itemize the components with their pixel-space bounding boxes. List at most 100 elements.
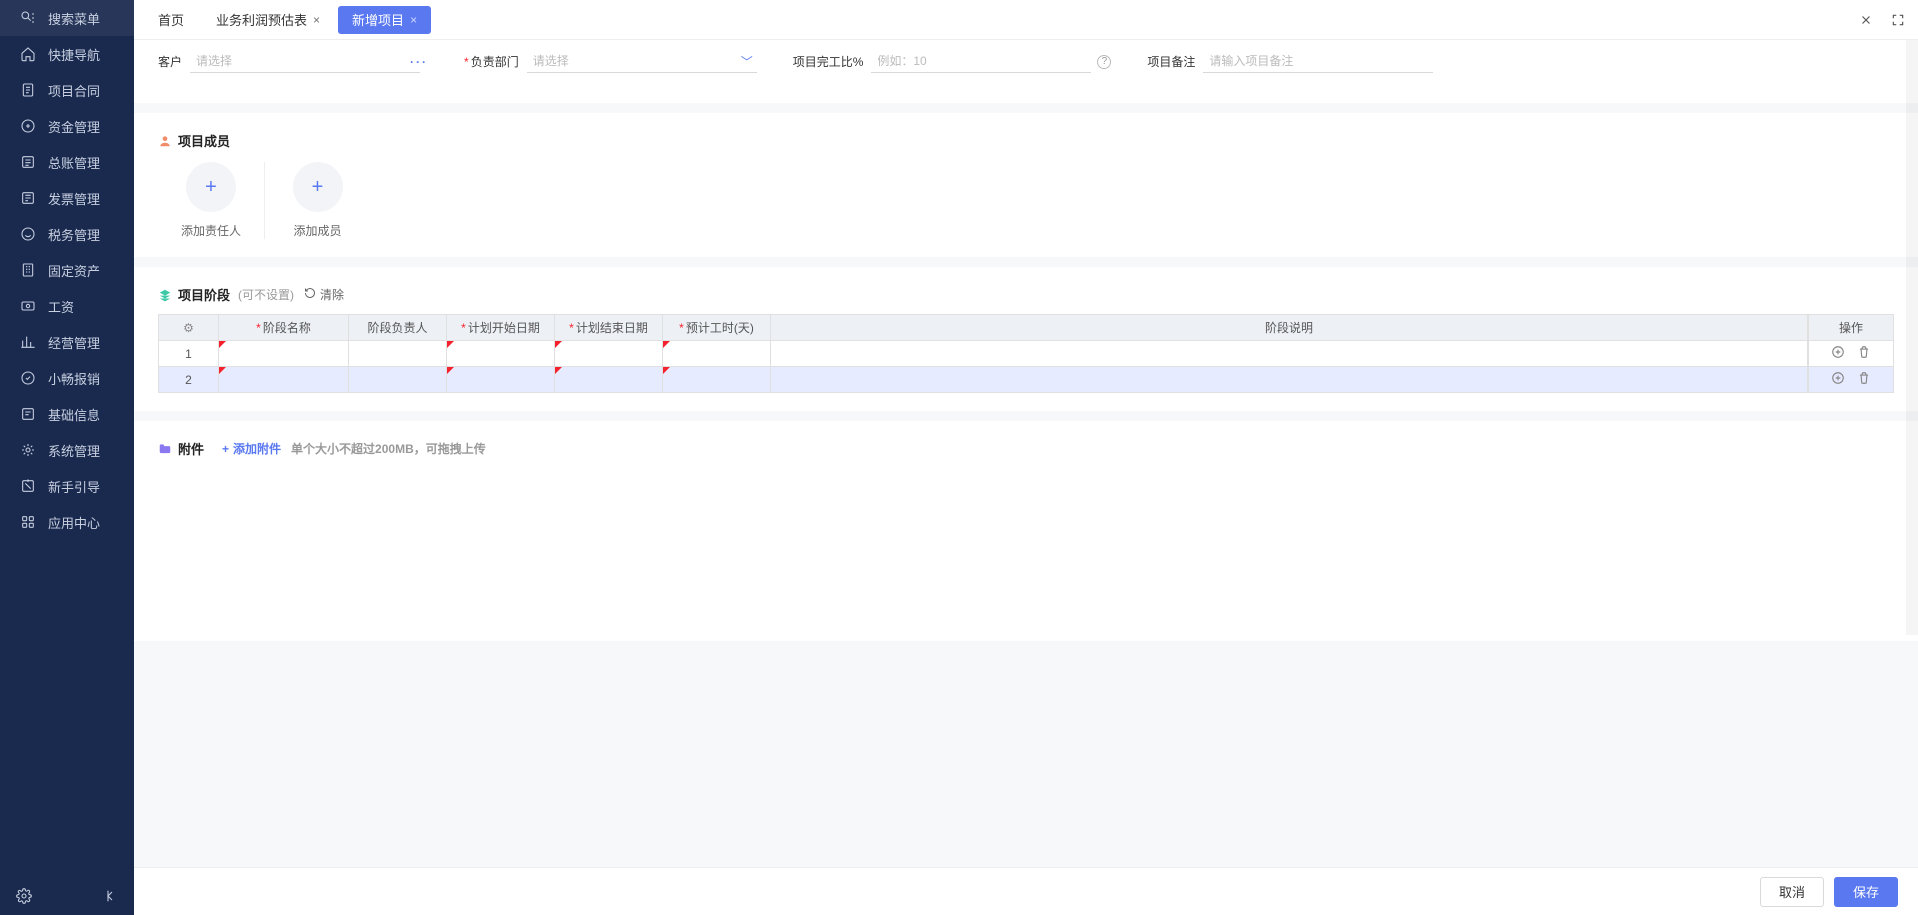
sidebar-item-14[interactable]: 应用中心 bbox=[0, 504, 134, 540]
fullscreen-icon[interactable] bbox=[1888, 10, 1908, 30]
add-member-button[interactable]: + bbox=[293, 162, 343, 212]
sidebar-item-label: 新手引导 bbox=[48, 477, 100, 496]
person-icon bbox=[158, 134, 172, 148]
sidebar-item-1[interactable]: 快捷导航 bbox=[0, 36, 134, 72]
sidebar-item-0[interactable]: 搜索菜单 bbox=[0, 0, 134, 36]
cell-end[interactable] bbox=[555, 341, 663, 367]
sidebar: 搜索菜单快捷导航项目合同资金管理总账管理发票管理税务管理固定资产工资经营管理小畅… bbox=[0, 0, 134, 915]
sidebar-item-12[interactable]: 系统管理 bbox=[0, 432, 134, 468]
tabs-bar: 首页业务利润预估表× 新增项目 × bbox=[134, 0, 1918, 40]
sidebar-item-3[interactable]: 资金管理 bbox=[0, 108, 134, 144]
layers-icon bbox=[158, 288, 172, 302]
apps-icon bbox=[20, 514, 36, 530]
sidebar-item-5[interactable]: 发票管理 bbox=[0, 180, 134, 216]
sidebar-item-10[interactable]: 小畅报销 bbox=[0, 360, 134, 396]
tab-label: 首页 bbox=[158, 10, 184, 29]
sidebar-item-label: 系统管理 bbox=[48, 441, 100, 460]
undo-icon bbox=[304, 287, 316, 302]
delete-row-icon[interactable] bbox=[1857, 371, 1871, 388]
remark-field: 项目备注 bbox=[1147, 50, 1433, 73]
remark-input[interactable] bbox=[1203, 50, 1433, 73]
phases-clear-button[interactable]: 清除 bbox=[304, 286, 344, 303]
close-icon[interactable]: × bbox=[410, 13, 417, 27]
col-name: 阶段名称 bbox=[256, 321, 311, 335]
system-icon bbox=[20, 442, 36, 458]
folder-icon bbox=[158, 442, 172, 456]
add-attachment-button[interactable]: 添加附件 bbox=[222, 440, 281, 457]
cell-days[interactable] bbox=[663, 367, 771, 393]
delete-row-icon[interactable] bbox=[1857, 345, 1871, 362]
tab-2[interactable]: 新增项目 × bbox=[338, 6, 431, 34]
cell-days[interactable] bbox=[663, 341, 771, 367]
cancel-button[interactable]: 取消 bbox=[1760, 877, 1824, 907]
sidebar-item-11[interactable]: 基础信息 bbox=[0, 396, 134, 432]
reimburse-icon bbox=[20, 370, 36, 386]
add-member: + 添加成员 bbox=[264, 162, 370, 239]
tab-label: 新增项目 bbox=[352, 10, 404, 29]
phases-panel: 项目阶段 (可不设置) 清除 bbox=[134, 267, 1918, 411]
help-icon[interactable]: ? bbox=[1097, 55, 1111, 69]
settings-icon[interactable] bbox=[16, 888, 32, 907]
customer-input[interactable] bbox=[190, 50, 420, 73]
members-title: 项目成员 bbox=[178, 131, 230, 150]
add-owner-button[interactable]: + bbox=[186, 162, 236, 212]
cell-owner[interactable] bbox=[349, 367, 447, 393]
cell-end[interactable] bbox=[555, 367, 663, 393]
close-icon[interactable]: × bbox=[313, 13, 320, 27]
members-panel: 项目成员 + 添加责任人 + 添加成员 bbox=[134, 113, 1918, 257]
cell-owner[interactable] bbox=[349, 341, 447, 367]
sidebar-item-label: 快捷导航 bbox=[48, 45, 100, 64]
col-end: 计划结束日期 bbox=[569, 321, 648, 335]
table-row[interactable]: 1 bbox=[159, 341, 1808, 367]
scrollbar[interactable] bbox=[1906, 40, 1918, 635]
sidebar-item-label: 应用中心 bbox=[48, 513, 100, 532]
home-icon bbox=[20, 46, 36, 62]
cell-desc[interactable] bbox=[771, 367, 1808, 393]
sidebar-item-8[interactable]: 工资 bbox=[0, 288, 134, 324]
cell-start[interactable] bbox=[447, 341, 555, 367]
collapse-icon[interactable] bbox=[102, 888, 118, 907]
sidebar-item-6[interactable]: 税务管理 bbox=[0, 216, 134, 252]
content: 客户 ··· 负责部门 ﹀ 项目完工比% bbox=[134, 40, 1918, 915]
add-row-icon[interactable] bbox=[1831, 371, 1845, 388]
main: 首页业务利润预估表× 新增项目 × 客户 bbox=[134, 0, 1918, 915]
sidebar-item-label: 搜索菜单 bbox=[48, 9, 100, 28]
sidebar-item-9[interactable]: 经营管理 bbox=[0, 324, 134, 360]
cell-name[interactable] bbox=[219, 367, 349, 393]
progress-input[interactable] bbox=[871, 50, 1091, 73]
sidebar-item-13[interactable]: 新手引导 bbox=[0, 468, 134, 504]
phases-sub: (可不设置) bbox=[238, 286, 294, 303]
guide-icon bbox=[20, 478, 36, 494]
sidebar-item-label: 固定资产 bbox=[48, 261, 100, 280]
sidebar-item-2[interactable]: 项目合同 bbox=[0, 72, 134, 108]
cell-name[interactable] bbox=[219, 341, 349, 367]
add-owner-label: 添加责任人 bbox=[181, 222, 241, 239]
col-start: 计划开始日期 bbox=[461, 321, 540, 335]
cell-desc[interactable] bbox=[771, 341, 1808, 367]
col-days: 预计工时(天) bbox=[679, 321, 754, 335]
sidebar-item-4[interactable]: 总账管理 bbox=[0, 144, 134, 180]
sidebar-item-label: 项目合同 bbox=[48, 81, 100, 100]
building-icon bbox=[20, 262, 36, 278]
sidebar-item-label: 税务管理 bbox=[48, 225, 100, 244]
sidebar-item-7[interactable]: 固定资产 bbox=[0, 252, 134, 288]
customer-label: 客户 bbox=[158, 53, 182, 70]
col-desc: 阶段说明 bbox=[1265, 321, 1313, 335]
add-row-icon[interactable] bbox=[1831, 345, 1845, 362]
wallet-icon bbox=[20, 118, 36, 134]
gear-icon[interactable]: ⚙ bbox=[183, 321, 194, 335]
add-member-label: 添加成员 bbox=[293, 222, 341, 239]
tab-0[interactable]: 首页 bbox=[144, 6, 198, 34]
table-row-ops bbox=[1809, 341, 1894, 367]
attachments-note: 单个大小不超过200MB，可拖拽上传 bbox=[291, 440, 486, 457]
close-all-icon[interactable] bbox=[1856, 10, 1876, 30]
customer-field: 客户 ··· bbox=[158, 50, 428, 73]
save-button[interactable]: 保存 bbox=[1834, 877, 1898, 907]
form-panel: 客户 ··· 负责部门 ﹀ 项目完工比% bbox=[134, 40, 1918, 103]
document-icon bbox=[20, 82, 36, 98]
table-row[interactable]: 2 bbox=[159, 367, 1808, 393]
cell-start[interactable] bbox=[447, 367, 555, 393]
sidebar-item-label: 资金管理 bbox=[48, 117, 100, 136]
dept-select[interactable] bbox=[527, 50, 757, 73]
tab-1[interactable]: 业务利润预估表× bbox=[202, 6, 334, 34]
